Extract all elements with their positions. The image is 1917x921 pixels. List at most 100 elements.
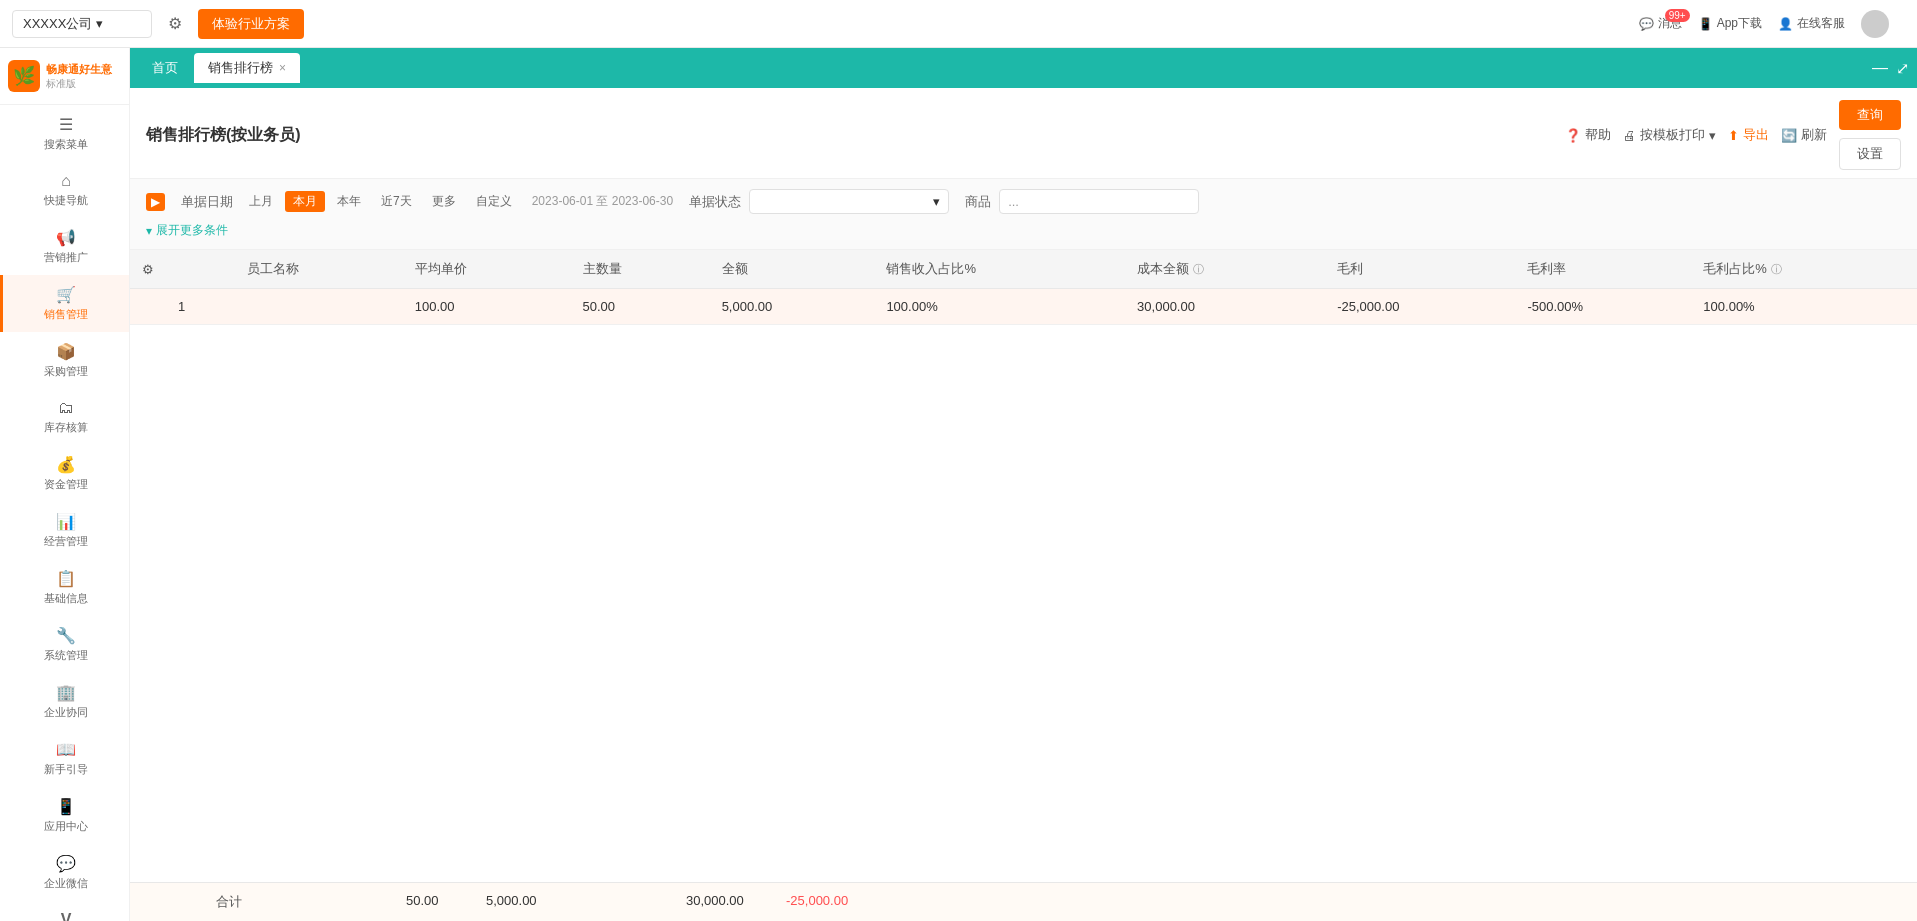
- sidebar-label-apps: 应用中心: [44, 819, 88, 834]
- app-container: XXXXX公司 ▾ ⚙ 体验行业方案 💬 消息 99+ 📱 App下载 👤 在线…: [0, 0, 1917, 921]
- sidebar-item-guide[interactable]: 📖 新手引导: [0, 730, 129, 787]
- sidebar-item-finance[interactable]: 💰 资金管理: [0, 445, 129, 502]
- filter-date-item: 单据日期 上月 本月 本年 近7天 更多 自定义 2023-06-01 至 20…: [181, 191, 673, 212]
- sidebar-item-apps[interactable]: 📱 应用中心: [0, 787, 129, 844]
- system-icon: 🔧: [56, 626, 76, 645]
- sidebar-item-quick-nav[interactable]: ⌂ 快捷导航: [0, 162, 129, 218]
- date-tab-more[interactable]: 更多: [424, 191, 464, 212]
- footer-profit-cell: -25,000.00: [774, 893, 874, 911]
- refresh-btn[interactable]: 🔄 刷新: [1781, 126, 1827, 144]
- sidebar-item-inventory[interactable]: 🗂 库存核算: [0, 389, 129, 445]
- help-btn[interactable]: ❓ 帮助: [1565, 126, 1611, 144]
- service-icon: 👤: [1778, 17, 1793, 31]
- status-select[interactable]: ▾: [749, 189, 949, 214]
- app-download-item[interactable]: 📱 App下载: [1698, 15, 1762, 32]
- sidebar-item-system[interactable]: 🔧 系统管理: [0, 616, 129, 673]
- date-tab-last-month[interactable]: 上月: [241, 191, 281, 212]
- export-btn[interactable]: ⬆ 导出: [1728, 126, 1769, 144]
- page-header: 销售排行榜(按业务员) ❓ 帮助 🖨 按模板打印 ▾ ⬆: [130, 88, 1917, 179]
- query-button[interactable]: 查询: [1839, 100, 1901, 130]
- sidebar-label-guide: 新手引导: [44, 762, 88, 777]
- cost-help-icon[interactable]: ⓘ: [1193, 263, 1204, 275]
- sidebar-item-operations[interactable]: 📊 经营管理: [0, 502, 129, 559]
- goods-input[interactable]: ...: [999, 189, 1199, 214]
- print-chevron-icon: ▾: [1709, 128, 1716, 143]
- help-icon: ❓: [1565, 128, 1581, 143]
- footer-label-cell: 合计: [204, 893, 304, 911]
- th-profit-pct: 毛利占比% ⓘ: [1691, 250, 1917, 289]
- sidebar-item-purchase[interactable]: 📦 采购管理: [0, 332, 129, 389]
- footer-cost-cell: 30,000.00: [674, 893, 774, 911]
- date-tab-7days[interactable]: 近7天: [373, 191, 420, 212]
- footer-profit-value: -25,000.00: [786, 893, 848, 908]
- sidebar-item-marketing[interactable]: 📢 营销推广: [0, 218, 129, 275]
- chevron-down-icon: ▾: [96, 16, 103, 31]
- tab-close-icon[interactable]: ×: [279, 61, 286, 75]
- sidebar-nav: ☰ 搜索菜单 ⌂ 快捷导航 📢 营销推广 🛒 销售管理 📦 采购管理: [0, 105, 129, 921]
- date-tab-custom[interactable]: 自定义: [468, 191, 520, 212]
- sidebar-logo: 🌿 畅康通好生意 标准版: [0, 48, 129, 105]
- tab-sales-ranking[interactable]: 销售排行榜 ×: [194, 53, 300, 83]
- sidebar-label-inventory: 库存核算: [44, 420, 88, 435]
- td-qty: 50.00: [571, 289, 710, 325]
- operations-icon: 📊: [56, 512, 76, 531]
- date-tabs: 上月 本月 本年 近7天 更多 自定义: [241, 191, 520, 212]
- tab-bar-right: — ⤢: [1872, 59, 1909, 78]
- footer-settings-cell: [142, 893, 174, 911]
- td-employee: [235, 289, 403, 325]
- expand-chevron-icon: ▾: [146, 224, 152, 238]
- settings-button[interactable]: 设置: [1839, 138, 1901, 170]
- page-content: 销售排行榜(按业务员) ❓ 帮助 🖨 按模板打印 ▾ ⬆: [130, 88, 1917, 921]
- td-cost: 30,000.00: [1125, 289, 1325, 325]
- tab-active-label: 销售排行榜: [208, 59, 273, 77]
- member-icon: V: [61, 911, 72, 921]
- sidebar-item-search-order[interactable]: ☰ 搜索菜单: [0, 105, 129, 162]
- tab-home[interactable]: 首页: [138, 53, 192, 83]
- avatar[interactable]: [1861, 10, 1889, 38]
- sidebar-item-member[interactable]: V 畅会员: [0, 901, 129, 921]
- tab-maximize-icon[interactable]: ⤢: [1896, 59, 1909, 78]
- expand-arrow-btn[interactable]: ▶: [146, 193, 165, 211]
- footer-total-label: 合计: [216, 894, 242, 909]
- message-icon-item[interactable]: 💬 消息 99+: [1639, 15, 1682, 32]
- sidebar-item-basics[interactable]: 📋 基础信息: [0, 559, 129, 616]
- menu-icon: ☰: [59, 115, 73, 134]
- filter-expand-icon[interactable]: ▶: [146, 193, 165, 211]
- status-label: 单据状态: [689, 193, 741, 211]
- online-service-item[interactable]: 👤 在线客服: [1778, 15, 1845, 32]
- filter-area: ▶ 单据日期 上月 本月 本年 近7天 更多 自定义: [130, 179, 1917, 250]
- date-tab-this-year[interactable]: 本年: [329, 191, 369, 212]
- goods-label: 商品: [965, 193, 991, 211]
- print-btn[interactable]: 🖨 按模板打印 ▾: [1623, 126, 1716, 144]
- print-icon: 🖨: [1623, 128, 1636, 143]
- td-profit-rate: -500.00%: [1515, 289, 1691, 325]
- td-profit-pct: 100.00%: [1691, 289, 1917, 325]
- th-settings: ⚙: [130, 250, 166, 289]
- td-sales-pct: 100.00%: [874, 289, 1125, 325]
- guide-icon: 📖: [56, 740, 76, 759]
- footer-qty-cell: 50.00: [394, 893, 474, 911]
- company-selector[interactable]: XXXXX公司 ▾: [12, 10, 152, 38]
- tab-minimize-icon[interactable]: —: [1872, 59, 1888, 77]
- th-amount: 全额: [710, 250, 875, 289]
- message-icon: 💬: [1639, 17, 1654, 31]
- sidebar-item-enterprise[interactable]: 🏢 企业协同: [0, 673, 129, 730]
- settings-icon-btn[interactable]: ⚙: [160, 9, 190, 39]
- profit-pct-help-icon[interactable]: ⓘ: [1771, 263, 1782, 275]
- sidebar-label-operations: 经营管理: [44, 534, 88, 549]
- date-tab-this-month[interactable]: 本月: [285, 191, 325, 212]
- inventory-icon: 🗂: [58, 399, 74, 417]
- message-badge: 99+: [1665, 9, 1690, 22]
- trial-button[interactable]: 体验行业方案: [198, 9, 304, 39]
- status-chevron-icon: ▾: [933, 194, 940, 209]
- column-settings-icon[interactable]: ⚙: [142, 262, 154, 277]
- expand-more-btn[interactable]: ▾ 展开更多条件: [146, 222, 1901, 239]
- sidebar-item-wechat[interactable]: 💬 企业微信: [0, 844, 129, 901]
- sidebar-item-sales[interactable]: 🛒 销售管理: [0, 275, 129, 332]
- top-bar-right: 💬 消息 99+ 📱 App下载 👤 在线客服: [1639, 10, 1905, 38]
- finance-icon: 💰: [56, 455, 76, 474]
- sidebar-label-enterprise: 企业协同: [44, 705, 88, 720]
- logo-icon: 🌿: [8, 60, 40, 92]
- service-label: 在线客服: [1797, 15, 1845, 32]
- footer-amount-cell: 5,000.00: [474, 893, 564, 911]
